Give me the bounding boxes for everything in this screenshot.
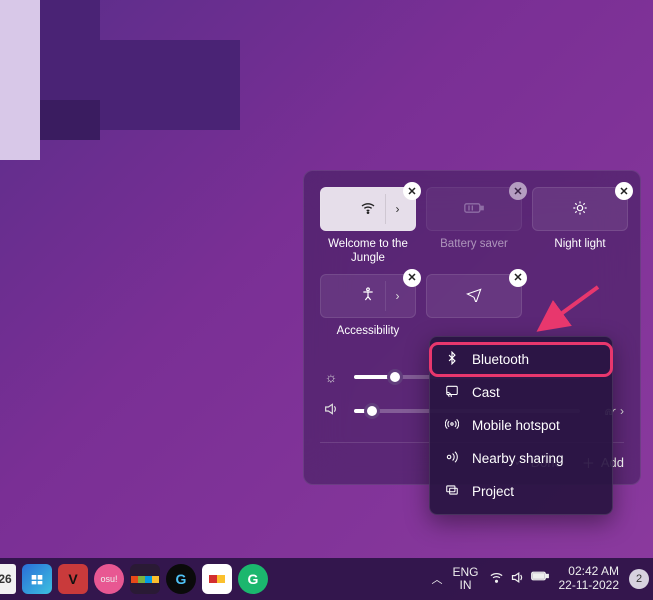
language-switcher[interactable]: ENG IN xyxy=(452,566,478,592)
accessibility-expand-button[interactable]: › xyxy=(385,281,409,311)
taskbar-app-grammarly[interactable]: G xyxy=(238,564,268,594)
accessibility-tile[interactable]: ✕ › xyxy=(320,274,416,318)
nearby-icon xyxy=(444,450,460,467)
tray-overflow-button[interactable]: ︿ xyxy=(431,571,442,587)
menu-item-label: Nearby sharing xyxy=(472,451,564,466)
add-tile-menu: Bluetooth Cast Mobile hotspot Nearby sha… xyxy=(429,336,613,515)
wifi-tile[interactable]: ✕ › xyxy=(320,187,416,231)
person-icon xyxy=(360,286,376,305)
tray-volume-icon xyxy=(510,570,525,588)
unpin-icon[interactable]: ✕ xyxy=(615,182,633,200)
wifi-tile-label: Welcome to the Jungle xyxy=(320,237,416,266)
night-light-tile[interactable]: ✕ xyxy=(532,187,628,231)
language-bottom: IN xyxy=(452,579,478,592)
taskbar-app-valorant[interactable]: V xyxy=(58,564,88,594)
sun-icon xyxy=(572,200,588,219)
unpin-icon[interactable]: ✕ xyxy=(509,269,527,287)
taskbar-app-office[interactable] xyxy=(130,564,160,594)
clock-date: 22-11-2022 xyxy=(559,579,620,593)
clock-time: 02:42 AM xyxy=(559,565,620,579)
night-light-tile-label: Night light xyxy=(554,237,605,265)
system-tray[interactable] xyxy=(489,570,549,588)
annotation-arrow xyxy=(533,282,603,332)
tray-battery-icon xyxy=(531,570,549,588)
taskbar-app-generic[interactable] xyxy=(202,564,232,594)
wifi-icon xyxy=(360,200,376,219)
hotspot-icon xyxy=(444,417,460,434)
wifi-expand-button[interactable]: › xyxy=(385,194,409,224)
tray-wifi-icon xyxy=(489,570,504,588)
brightness-icon: ☼ xyxy=(320,369,342,385)
battery-saver-tile[interactable]: ✕ xyxy=(426,187,522,231)
menu-item-label: Cast xyxy=(472,385,500,400)
menu-item-project[interactable]: Project xyxy=(430,475,612,508)
speaker-icon xyxy=(320,401,342,420)
taskbar-clock[interactable]: 02:42 AM 22-11-2022 xyxy=(559,565,620,593)
unpin-icon[interactable]: ✕ xyxy=(509,182,527,200)
accessibility-tile-label: Accessibility xyxy=(337,324,400,352)
menu-item-cast[interactable]: Cast xyxy=(430,376,612,409)
notification-count-badge[interactable]: 2 xyxy=(629,569,649,589)
menu-item-label: Mobile hotspot xyxy=(472,418,560,433)
menu-item-nearby[interactable]: Nearby sharing xyxy=(430,442,612,475)
menu-item-label: Project xyxy=(472,484,514,499)
wallpaper-shape xyxy=(40,100,100,140)
taskbar-app-ghub[interactable]: G xyxy=(166,564,196,594)
airplane-mode-tile[interactable]: ✕ xyxy=(426,274,522,318)
airplane-icon xyxy=(466,286,482,305)
battery-saver-tile-label: Battery saver xyxy=(440,237,508,265)
menu-item-bluetooth[interactable]: Bluetooth xyxy=(430,343,612,376)
menu-item-hotspot[interactable]: Mobile hotspot xyxy=(430,409,612,442)
battery-icon xyxy=(464,201,484,217)
bluetooth-icon xyxy=(444,351,460,368)
project-icon xyxy=(444,483,460,500)
wallpaper-shape xyxy=(0,0,40,160)
taskbar-date-widget[interactable]: 26 xyxy=(0,564,16,594)
cast-icon xyxy=(444,384,460,401)
taskbar-app-store[interactable] xyxy=(22,564,52,594)
menu-item-label: Bluetooth xyxy=(472,352,529,367)
taskbar-app-osu[interactable]: osu! xyxy=(94,564,124,594)
taskbar: 26 V osu! G G ︿ ENG IN xyxy=(0,558,653,600)
